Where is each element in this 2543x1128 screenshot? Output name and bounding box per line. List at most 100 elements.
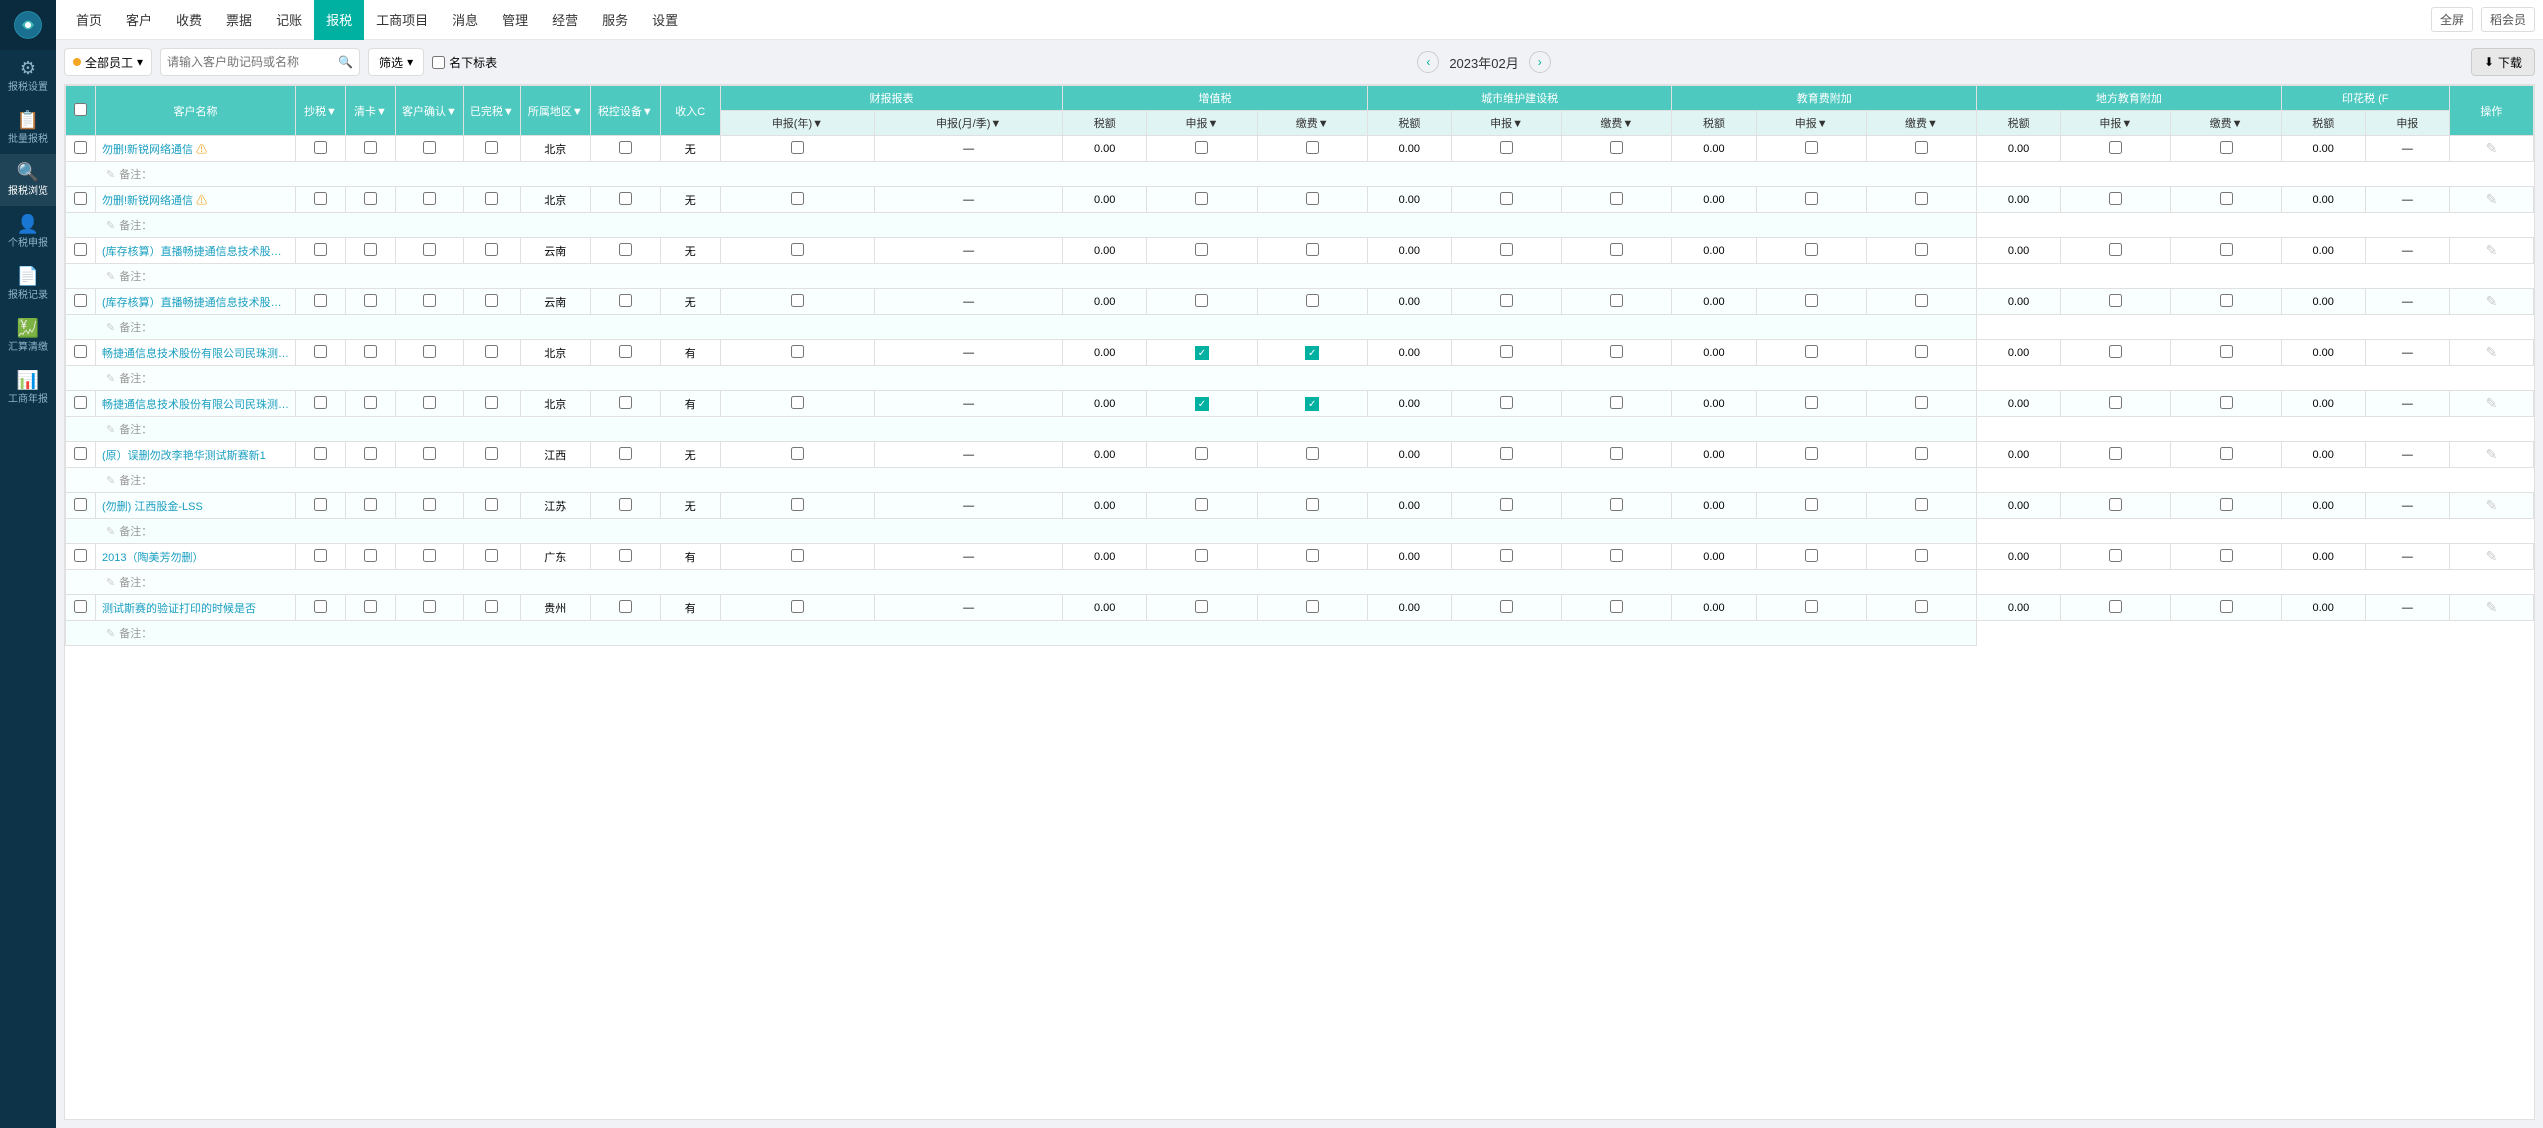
- row-copy-tax-cell[interactable]: [296, 340, 346, 366]
- row-edu-declare[interactable]: [1756, 391, 1866, 417]
- row-local-edu-declare[interactable]: [2061, 595, 2171, 621]
- row-vat-declare-checkbox[interactable]: [1195, 447, 1208, 460]
- row-checkbox-cell[interactable]: [66, 544, 96, 570]
- row-local-edu-declare-checkbox[interactable]: [2109, 141, 2122, 154]
- row-select-checkbox[interactable]: [74, 498, 87, 511]
- row-local-edu-declare-checkbox[interactable]: [2109, 243, 2122, 256]
- row-vat-pay[interactable]: [1257, 493, 1367, 519]
- row-paid-cell[interactable]: [463, 544, 520, 570]
- row-copy-tax-cell[interactable]: [296, 289, 346, 315]
- row-local-edu-pay-checkbox[interactable]: [2220, 192, 2233, 205]
- row-device-checkbox[interactable]: [619, 192, 632, 205]
- edit-icon[interactable]: ✎: [2486, 344, 2498, 360]
- row-vat-pay-checkbox[interactable]: [1306, 549, 1319, 562]
- row-clear-card-checkbox[interactable]: [364, 447, 377, 460]
- row-paid-cell[interactable]: [463, 238, 520, 264]
- row-vat-declare[interactable]: [1147, 493, 1257, 519]
- row-tax-device[interactable]: [590, 544, 660, 570]
- row-copy-tax-checkbox[interactable]: [314, 192, 327, 205]
- row-stamp-declare[interactable]: —: [2365, 136, 2449, 162]
- row-urban-declare[interactable]: [1451, 442, 1561, 468]
- row-local-edu-pay-checkbox[interactable]: [2220, 294, 2233, 307]
- row-vat-declare[interactable]: [1147, 136, 1257, 162]
- row-urban-declare-checkbox[interactable]: [1500, 396, 1513, 409]
- row-copy-tax-cell[interactable]: [296, 136, 346, 162]
- row-confirm-checkbox[interactable]: [423, 294, 436, 307]
- row-tax-device[interactable]: [590, 391, 660, 417]
- sidebar-item-tax-records[interactable]: 📄 报税记录: [0, 258, 56, 310]
- row-urban-declare-checkbox[interactable]: [1500, 600, 1513, 613]
- row-clear-card-cell[interactable]: [346, 136, 396, 162]
- row-edu-pay-checkbox[interactable]: [1915, 192, 1928, 205]
- row-copy-tax-checkbox[interactable]: [314, 498, 327, 511]
- row-confirm-checkbox[interactable]: [423, 141, 436, 154]
- row-urban-pay-checkbox[interactable]: [1610, 447, 1623, 460]
- row-copy-tax-checkbox[interactable]: [314, 447, 327, 460]
- row-local-edu-pay-checkbox[interactable]: [2220, 396, 2233, 409]
- row-urban-declare-checkbox[interactable]: [1500, 243, 1513, 256]
- row-edu-pay[interactable]: [1866, 340, 1976, 366]
- row-client-name[interactable]: 勿删!新锐网络通信 ⚠: [96, 136, 296, 162]
- row-copy-tax-checkbox[interactable]: [314, 294, 327, 307]
- row-device-checkbox[interactable]: [619, 600, 632, 613]
- row-vat-pay[interactable]: [1257, 238, 1367, 264]
- row-paid-cell[interactable]: [463, 595, 520, 621]
- edit-icon[interactable]: ✎: [2486, 140, 2498, 156]
- row-operation[interactable]: ✎: [2449, 595, 2533, 621]
- edit-icon[interactable]: ✎: [2486, 548, 2498, 564]
- row-local-edu-declare[interactable]: [2061, 544, 2171, 570]
- row-urban-declare[interactable]: [1451, 238, 1561, 264]
- row-confirm-checkbox[interactable]: [423, 549, 436, 562]
- row-edu-pay-checkbox[interactable]: [1915, 600, 1928, 613]
- row-edu-pay[interactable]: [1866, 595, 1976, 621]
- row-local-edu-pay-checkbox[interactable]: [2220, 447, 2233, 460]
- row-vat-declare[interactable]: ✓: [1147, 391, 1257, 417]
- row-checkbox-cell[interactable]: [66, 340, 96, 366]
- row-tax-device[interactable]: [590, 442, 660, 468]
- row-paid-checkbox[interactable]: [485, 447, 498, 460]
- row-paid-cell[interactable]: [463, 340, 520, 366]
- edit-icon[interactable]: ✎: [2486, 242, 2498, 258]
- row-local-edu-declare[interactable]: [2061, 238, 2171, 264]
- row-paid-checkbox[interactable]: [485, 498, 498, 511]
- row-select-checkbox[interactable]: [74, 396, 87, 409]
- row-urban-pay-checkbox[interactable]: [1610, 345, 1623, 358]
- row-device-checkbox[interactable]: [619, 345, 632, 358]
- sidebar-item-tax-browse[interactable]: 🔍 报税浏览: [0, 154, 56, 206]
- row-edu-declare-checkbox[interactable]: [1805, 345, 1818, 358]
- row-tax-device[interactable]: [590, 340, 660, 366]
- row-tax-device[interactable]: [590, 136, 660, 162]
- row-copy-tax-checkbox[interactable]: [314, 600, 327, 613]
- row-vat-pay[interactable]: [1257, 289, 1367, 315]
- row-annual-declare[interactable]: [720, 136, 874, 162]
- row-clear-card-cell[interactable]: [346, 289, 396, 315]
- row-confirm-checkbox[interactable]: [423, 498, 436, 511]
- row-local-edu-pay[interactable]: [2171, 442, 2281, 468]
- row-paid-cell[interactable]: [463, 289, 520, 315]
- row-edu-declare-checkbox[interactable]: [1805, 243, 1818, 256]
- row-urban-pay[interactable]: [1562, 493, 1672, 519]
- row-clear-card-checkbox[interactable]: [364, 498, 377, 511]
- row-tax-device[interactable]: [590, 595, 660, 621]
- row-vat-pay-checkbox[interactable]: [1306, 498, 1319, 511]
- nav-message[interactable]: 消息: [440, 0, 490, 40]
- fullscreen-button[interactable]: 全屏: [2431, 7, 2473, 32]
- nav-service[interactable]: 服务: [590, 0, 640, 40]
- row-annual-checkbox[interactable]: [791, 549, 804, 562]
- row-local-edu-declare-checkbox[interactable]: [2109, 345, 2122, 358]
- row-operation[interactable]: ✎: [2449, 289, 2533, 315]
- row-urban-declare[interactable]: [1451, 595, 1561, 621]
- row-edu-declare[interactable]: [1756, 187, 1866, 213]
- row-paid-checkbox[interactable]: [485, 600, 498, 613]
- row-paid-checkbox[interactable]: [485, 243, 498, 256]
- row-stamp-declare[interactable]: —: [2365, 544, 2449, 570]
- row-annual-checkbox[interactable]: [791, 345, 804, 358]
- row-checkbox-cell[interactable]: [66, 136, 96, 162]
- data-table-container[interactable]: 客户名称 抄税▼ 清卡▼ 客户确认▼ 已完税▼ 所属地区▼ 税控设备▼ 收入C …: [64, 84, 2535, 1120]
- row-checkbox-cell[interactable]: [66, 289, 96, 315]
- row-clear-card-cell[interactable]: [346, 238, 396, 264]
- row-edu-declare-checkbox[interactable]: [1805, 396, 1818, 409]
- row-confirm-cell[interactable]: [396, 289, 464, 315]
- row-paid-checkbox[interactable]: [485, 549, 498, 562]
- row-vat-pay[interactable]: [1257, 442, 1367, 468]
